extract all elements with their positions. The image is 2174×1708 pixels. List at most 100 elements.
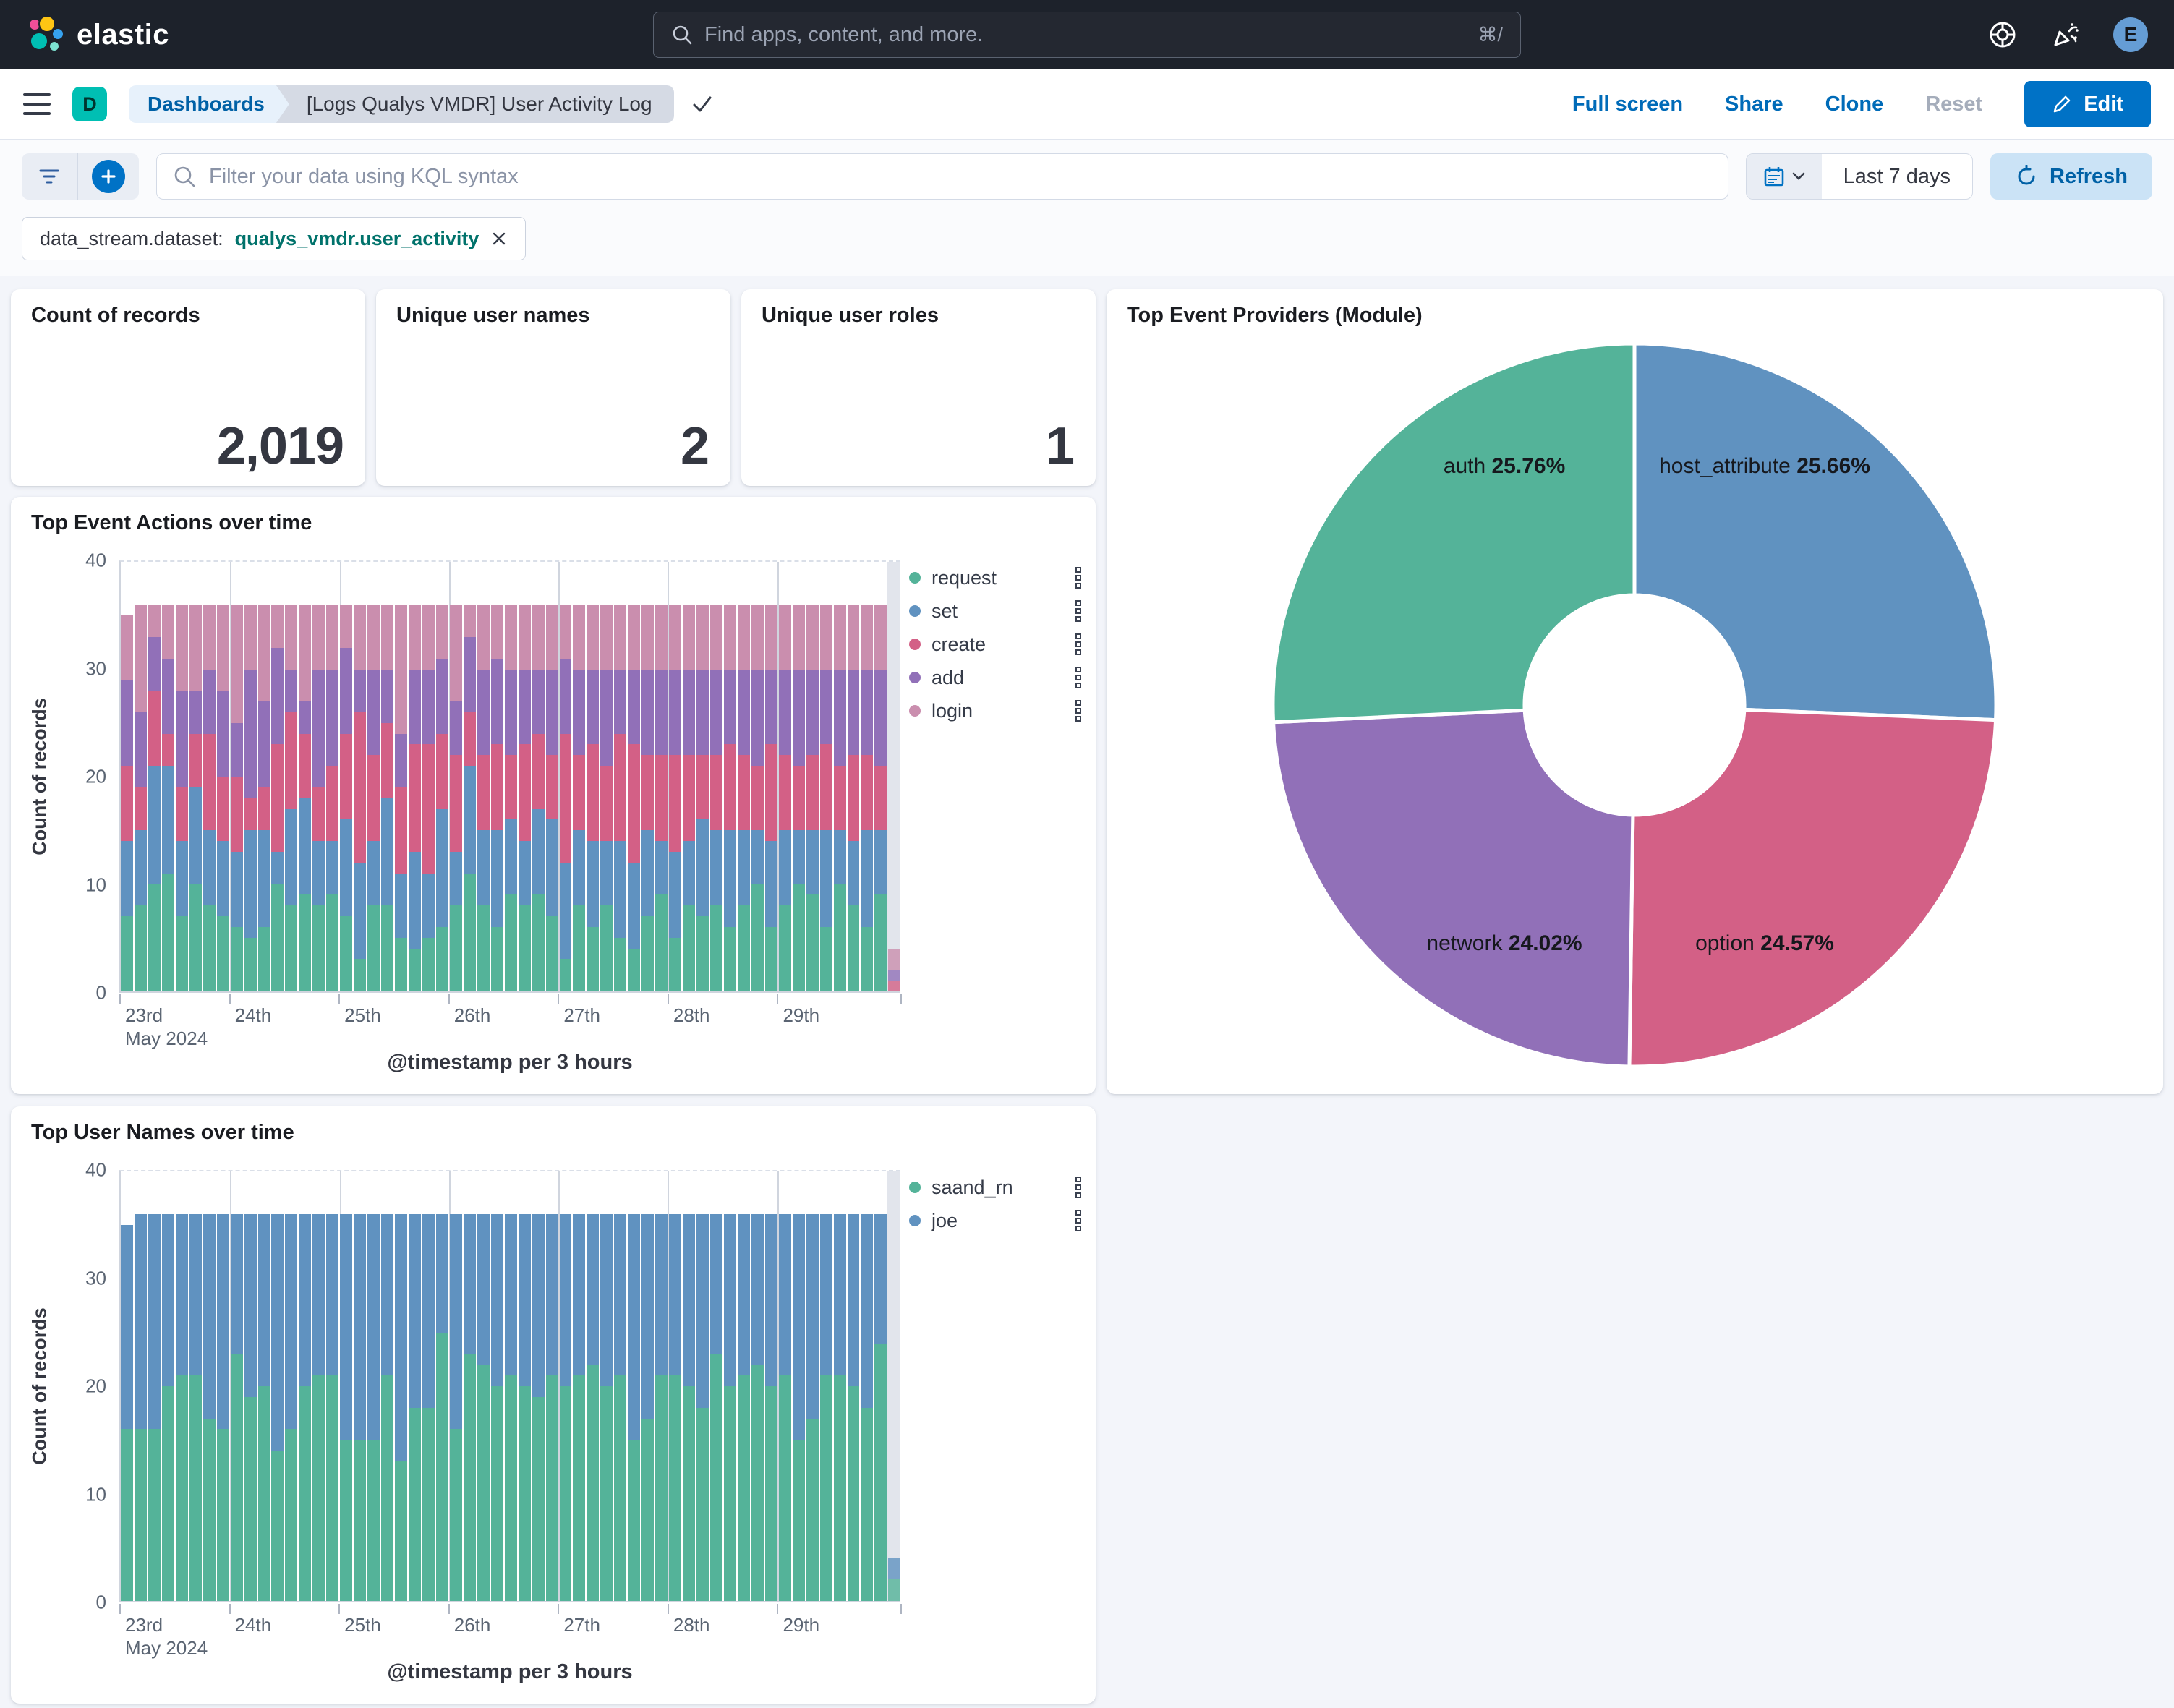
stacked-bar[interactable]: [710, 562, 722, 991]
stacked-bar[interactable]: [600, 1171, 613, 1601]
space-badge[interactable]: D: [72, 87, 107, 121]
stacked-bar[interactable]: [641, 562, 654, 991]
legend-item-create[interactable]: create: [909, 633, 1084, 656]
user-avatar[interactable]: E: [2113, 17, 2148, 52]
stacked-bar[interactable]: [189, 562, 202, 991]
stacked-bar[interactable]: [560, 1171, 572, 1601]
stacked-bar[interactable]: [217, 1171, 229, 1601]
legend-more-button[interactable]: [1075, 567, 1084, 589]
stacked-bar[interactable]: [395, 562, 407, 991]
legend-more-button[interactable]: [1075, 700, 1084, 722]
stacked-bar[interactable]: [477, 562, 490, 991]
stacked-bar[interactable]: [271, 562, 284, 991]
stacked-bar[interactable]: [600, 562, 613, 991]
stacked-bar[interactable]: [436, 1171, 448, 1601]
stacked-bar[interactable]: [888, 562, 900, 991]
donut-slice-option[interactable]: [1629, 709, 1996, 1067]
time-range-value[interactable]: Last 7 days: [1822, 154, 1972, 199]
stacked-bar[interactable]: [505, 1171, 517, 1601]
stacked-bar[interactable]: [793, 1171, 805, 1601]
stacked-bar[interactable]: [724, 562, 736, 991]
stacked-bar[interactable]: [340, 562, 352, 991]
edit-button[interactable]: Edit: [2024, 81, 2151, 127]
stacked-bar[interactable]: [834, 562, 846, 991]
stacked-bar[interactable]: [299, 1171, 311, 1601]
stacked-bar[interactable]: [546, 1171, 558, 1601]
stacked-bar[interactable]: [655, 562, 668, 991]
stacked-bar[interactable]: [326, 1171, 338, 1601]
stacked-bar[interactable]: [203, 1171, 216, 1601]
stacked-bar[interactable]: [765, 562, 777, 991]
stacked-bar[interactable]: [738, 1171, 750, 1601]
stacked-bar[interactable]: [628, 562, 640, 991]
stacked-bar[interactable]: [696, 1171, 709, 1601]
stacked-bar[interactable]: [628, 1171, 640, 1601]
stacked-bar[interactable]: [587, 1171, 599, 1601]
stacked-bar[interactable]: [779, 1171, 791, 1601]
global-search-input[interactable]: [704, 23, 1466, 47]
stacked-bar[interactable]: [367, 562, 380, 991]
stacked-bar[interactable]: [381, 1171, 393, 1601]
stacked-bar[interactable]: [354, 1171, 366, 1601]
share-button[interactable]: Share: [1725, 93, 1783, 116]
kql-query-input[interactable]: [209, 165, 1712, 189]
stacked-bar[interactable]: [162, 1171, 174, 1601]
stacked-bar[interactable]: [546, 562, 558, 991]
legend-item-joe[interactable]: joe: [909, 1209, 1084, 1232]
stacked-bar[interactable]: [381, 562, 393, 991]
stacked-bar[interactable]: [312, 562, 325, 991]
stacked-bar[interactable]: [477, 1171, 490, 1601]
stacked-bar[interactable]: [573, 562, 585, 991]
legend-more-button[interactable]: [1075, 1177, 1084, 1198]
stacked-bar[interactable]: [258, 562, 270, 991]
stacked-bar[interactable]: [532, 562, 545, 991]
stacked-bar[interactable]: [614, 1171, 626, 1601]
stacked-bar[interactable]: [505, 562, 517, 991]
stacked-bar[interactable]: [148, 562, 161, 991]
stacked-bar[interactable]: [231, 1171, 243, 1601]
stacked-bar[interactable]: [848, 1171, 860, 1601]
stacked-bar[interactable]: [464, 562, 476, 991]
stacked-bar[interactable]: [848, 562, 860, 991]
kql-query-bar[interactable]: [156, 153, 1728, 200]
stacked-bar[interactable]: [738, 562, 750, 991]
news-party-popper-icon[interactable]: [2050, 19, 2081, 51]
add-filter-button[interactable]: [78, 153, 139, 200]
stacked-bar[interactable]: [573, 1171, 585, 1601]
stacked-bar[interactable]: [751, 1171, 764, 1601]
stacked-bar[interactable]: [135, 1171, 147, 1601]
help-icon[interactable]: [1987, 20, 2018, 50]
stacked-bar[interactable]: [834, 1171, 846, 1601]
legend-item-set[interactable]: set: [909, 599, 1084, 623]
stacked-bar[interactable]: [409, 562, 421, 991]
stacked-bar[interactable]: [669, 562, 681, 991]
filter-list-icon[interactable]: [22, 153, 77, 200]
close-icon[interactable]: [490, 230, 508, 247]
stacked-bar[interactable]: [806, 1171, 819, 1601]
stacked-bar[interactable]: [121, 1171, 133, 1601]
global-search-bar[interactable]: ⌘/: [653, 12, 1521, 58]
stacked-bar[interactable]: [450, 562, 462, 991]
legend-more-button[interactable]: [1075, 1210, 1084, 1231]
legend-item-login[interactable]: login: [909, 699, 1084, 722]
stacked-bar[interactable]: [491, 1171, 503, 1601]
stacked-bar[interactable]: [888, 1171, 900, 1601]
stacked-bar[interactable]: [217, 562, 229, 991]
stacked-bar[interactable]: [354, 562, 366, 991]
stacked-bar[interactable]: [710, 1171, 722, 1601]
stacked-bar[interactable]: [519, 1171, 531, 1601]
stacked-bar[interactable]: [519, 562, 531, 991]
stacked-bar[interactable]: [258, 1171, 270, 1601]
stacked-bar[interactable]: [176, 1171, 188, 1601]
full-screen-button[interactable]: Full screen: [1572, 93, 1683, 116]
stacked-bar[interactable]: [244, 562, 257, 991]
stacked-bar[interactable]: [299, 562, 311, 991]
stacked-bar[interactable]: [176, 562, 188, 991]
donut-slice-auth[interactable]: [1273, 343, 1634, 722]
donut-slice-network[interactable]: [1274, 710, 1633, 1067]
stacked-bar[interactable]: [189, 1171, 202, 1601]
legend-item-add[interactable]: add: [909, 666, 1084, 689]
stacked-bar[interactable]: [641, 1171, 654, 1601]
stacked-bar[interactable]: [587, 562, 599, 991]
stacked-bar[interactable]: [655, 1171, 668, 1601]
